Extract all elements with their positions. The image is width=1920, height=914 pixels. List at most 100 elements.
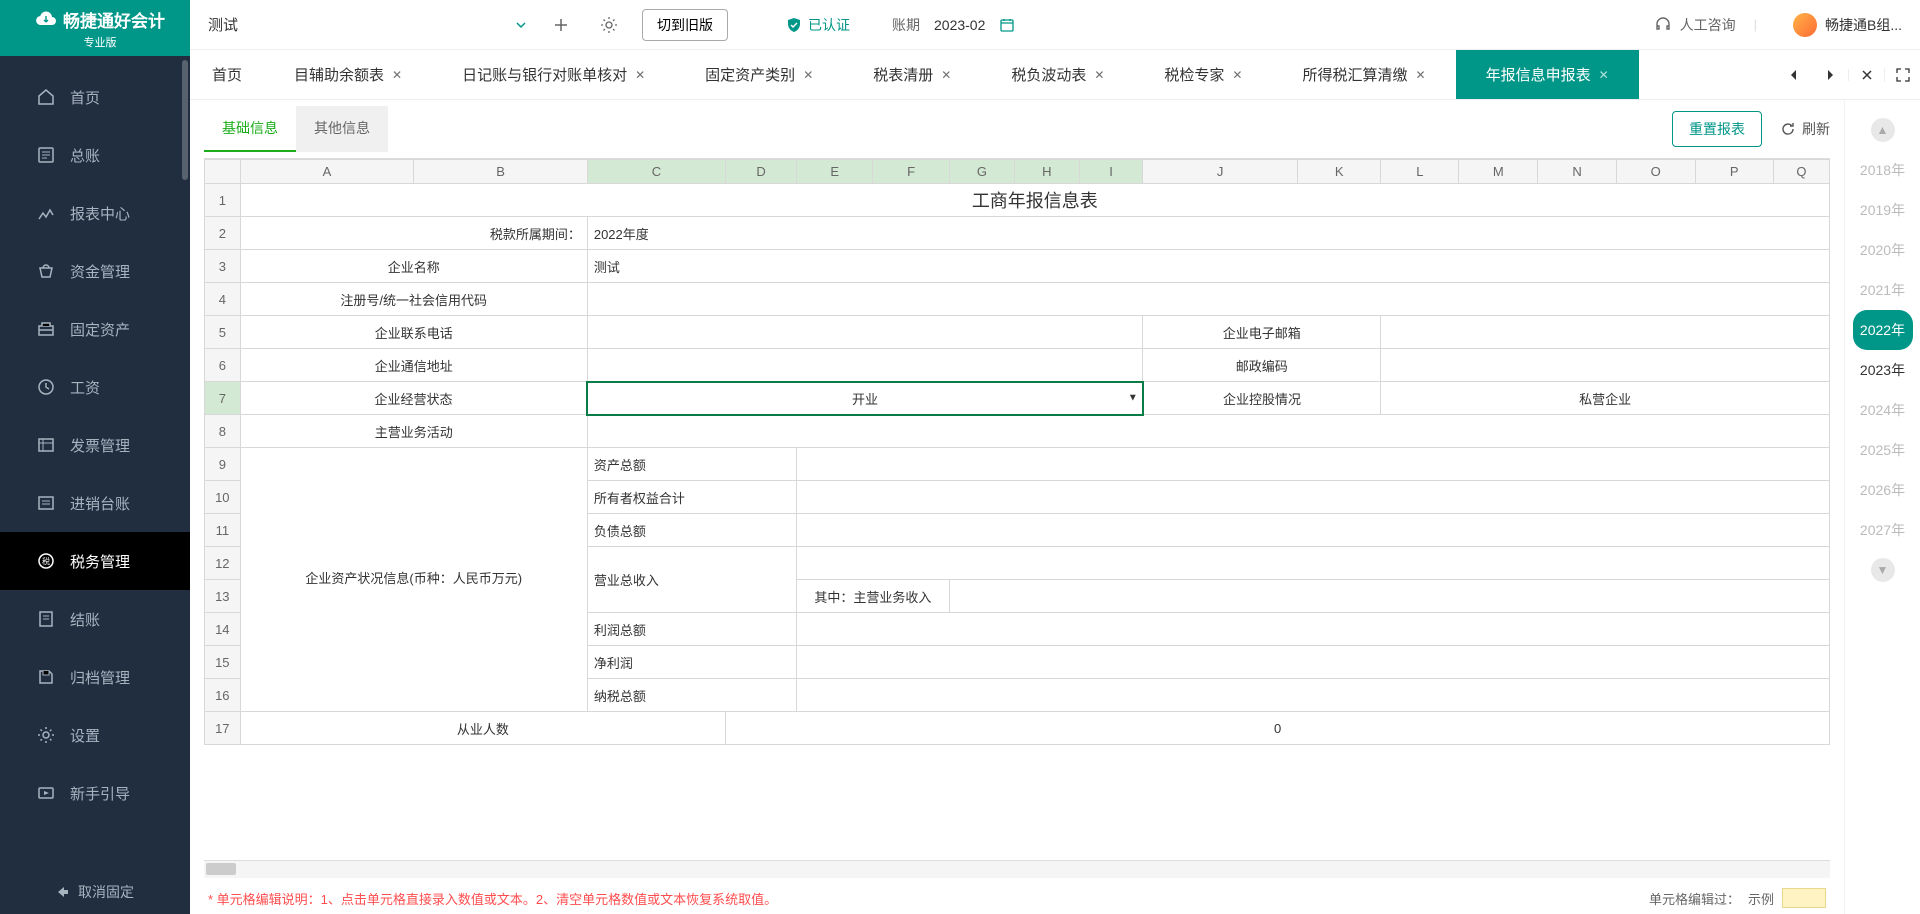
col-header-M[interactable]: M <box>1459 160 1538 184</box>
tab-7[interactable]: 年报信息申报表✕ <box>1456 50 1639 99</box>
spreadsheet[interactable]: ABCDEFGHIJKLMNOPQ1工商年报信息表2税款所属期间：2022年度3… <box>204 159 1830 860</box>
unpin-sidebar[interactable]: 取消固定 <box>0 870 190 914</box>
switch-old-version-button[interactable]: 切到旧版 <box>642 9 728 41</box>
select-all-cell[interactable] <box>205 160 241 184</box>
close-icon[interactable]: ✕ <box>1232 68 1242 82</box>
close-icon[interactable]: ✕ <box>1599 68 1609 82</box>
col-header-I[interactable]: I <box>1079 160 1142 184</box>
settings-button[interactable] <box>594 10 624 40</box>
tabs-scroll-right[interactable] <box>1812 68 1848 82</box>
year-2026年[interactable]: 2026年 <box>1853 470 1913 510</box>
tabs-close-all[interactable] <box>1848 69 1884 81</box>
row-header-8[interactable]: 8 <box>205 415 241 448</box>
row-header-3[interactable]: 3 <box>205 250 241 283</box>
subtab-basic[interactable]: 基础信息 <box>204 106 296 152</box>
col-header-Q[interactable]: Q <box>1773 160 1829 184</box>
company-selector[interactable]: 测试 <box>208 14 528 35</box>
calendar-icon[interactable] <box>999 17 1015 33</box>
sidebar-item-0[interactable]: 首页 <box>0 68 190 126</box>
consult-button[interactable]: 人工咨询 <box>1654 15 1736 35</box>
row-header-12[interactable]: 12 <box>205 547 241 580</box>
row-header-7[interactable]: 7 <box>205 382 241 415</box>
row-header-9[interactable]: 9 <box>205 448 241 481</box>
sidebar-item-11[interactable]: 设置 <box>0 706 190 764</box>
year-2020年[interactable]: 2020年 <box>1853 230 1913 270</box>
year-2022年[interactable]: 2022年 <box>1853 310 1913 350</box>
business-status-cell[interactable]: 开业▼ <box>587 382 1142 415</box>
year-2023年[interactable]: 2023年 <box>1853 350 1913 390</box>
col-header-O[interactable]: O <box>1616 160 1695 184</box>
close-icon[interactable]: ✕ <box>1094 68 1104 82</box>
sidebar-item-1[interactable]: 总账 <box>0 126 190 184</box>
col-header-C[interactable]: C <box>587 160 725 184</box>
col-header-A[interactable]: A <box>240 160 414 184</box>
tab-0[interactable]: 目辅助余额表✕ <box>264 50 432 99</box>
sidebar-scrollbar[interactable] <box>182 60 188 180</box>
year-2019年[interactable]: 2019年 <box>1853 190 1913 230</box>
row-header-5[interactable]: 5 <box>205 316 241 349</box>
tab-6[interactable]: 所得税汇算清缴✕ <box>1272 50 1455 99</box>
close-icon[interactable]: ✕ <box>392 68 402 82</box>
sidebar-item-10[interactable]: 归档管理 <box>0 648 190 706</box>
year-scroll-up[interactable]: ▲ <box>1871 118 1895 142</box>
sidebar-item-6[interactable]: 发票管理 <box>0 416 190 474</box>
row-header-11[interactable]: 11 <box>205 514 241 547</box>
col-header-H[interactable]: H <box>1014 160 1079 184</box>
sidebar-item-2[interactable]: 报表中心 <box>0 184 190 242</box>
row-header-4[interactable]: 4 <box>205 283 241 316</box>
col-header-B[interactable]: B <box>414 160 588 184</box>
year-2018年[interactable]: 2018年 <box>1853 150 1913 190</box>
close-icon[interactable]: ✕ <box>803 68 813 82</box>
col-header-N[interactable]: N <box>1538 160 1617 184</box>
row-header-17[interactable]: 17 <box>205 712 241 745</box>
sidebar-item-9[interactable]: 结账 <box>0 590 190 648</box>
col-header-E[interactable]: E <box>796 160 873 184</box>
row-header-1[interactable]: 1 <box>205 184 241 217</box>
sidebar-item-3[interactable]: 资金管理 <box>0 242 190 300</box>
row-header-15[interactable]: 15 <box>205 646 241 679</box>
tab-3[interactable]: 税表清册✕ <box>843 50 981 99</box>
user-menu[interactable]: 畅捷通B组... <box>1793 13 1902 37</box>
tab-home[interactable]: 首页 <box>190 50 264 99</box>
col-header-K[interactable]: K <box>1298 160 1381 184</box>
year-2027年[interactable]: 2027年 <box>1853 510 1913 550</box>
year-2024年[interactable]: 2024年 <box>1853 390 1913 430</box>
dropdown-arrow-icon[interactable]: ▼ <box>1128 393 1138 404</box>
reset-report-button[interactable]: 重置报表 <box>1672 111 1762 147</box>
year-scroll-down[interactable]: ▼ <box>1871 558 1895 582</box>
tabs-fullscreen[interactable] <box>1884 68 1920 82</box>
col-header-G[interactable]: G <box>949 160 1014 184</box>
sidebar-item-8[interactable]: 税税务管理 <box>0 532 190 590</box>
col-header-L[interactable]: L <box>1381 160 1459 184</box>
tab-4[interactable]: 税负波动表✕ <box>981 50 1134 99</box>
close-icon[interactable]: ✕ <box>635 68 645 82</box>
col-header-P[interactable]: P <box>1695 160 1773 184</box>
year-2025年[interactable]: 2025年 <box>1853 430 1913 470</box>
row-header-16[interactable]: 16 <box>205 679 241 712</box>
tab-5[interactable]: 税检专家✕ <box>1134 50 1272 99</box>
col-header-D[interactable]: D <box>726 160 797 184</box>
period-value[interactable]: 2023-02 <box>934 17 985 33</box>
row-header-14[interactable]: 14 <box>205 613 241 646</box>
tab-2[interactable]: 固定资产类别✕ <box>675 50 843 99</box>
nav-icon <box>36 319 56 339</box>
subtab-other[interactable]: 其他信息 <box>296 106 388 152</box>
tab-1[interactable]: 日记账与银行对账单核对✕ <box>432 50 675 99</box>
close-icon[interactable]: ✕ <box>941 68 951 82</box>
close-icon[interactable]: ✕ <box>1416 68 1426 82</box>
sidebar-item-4[interactable]: 固定资产 <box>0 300 190 358</box>
row-header-10[interactable]: 10 <box>205 481 241 514</box>
tabs-scroll-left[interactable] <box>1776 68 1812 82</box>
add-button[interactable] <box>546 10 576 40</box>
row-header-6[interactable]: 6 <box>205 349 241 382</box>
sidebar-item-5[interactable]: 工资 <box>0 358 190 416</box>
col-header-J[interactable]: J <box>1143 160 1298 184</box>
col-header-F[interactable]: F <box>873 160 949 184</box>
refresh-button[interactable]: 刷新 <box>1780 119 1830 139</box>
year-2021年[interactable]: 2021年 <box>1853 270 1913 310</box>
horizontal-scrollbar[interactable] <box>204 860 1830 878</box>
sidebar-item-7[interactable]: 进销台账 <box>0 474 190 532</box>
row-header-13[interactable]: 13 <box>205 580 241 613</box>
row-header-2[interactable]: 2 <box>205 217 241 250</box>
sidebar-item-12[interactable]: 新手引导 <box>0 764 190 822</box>
